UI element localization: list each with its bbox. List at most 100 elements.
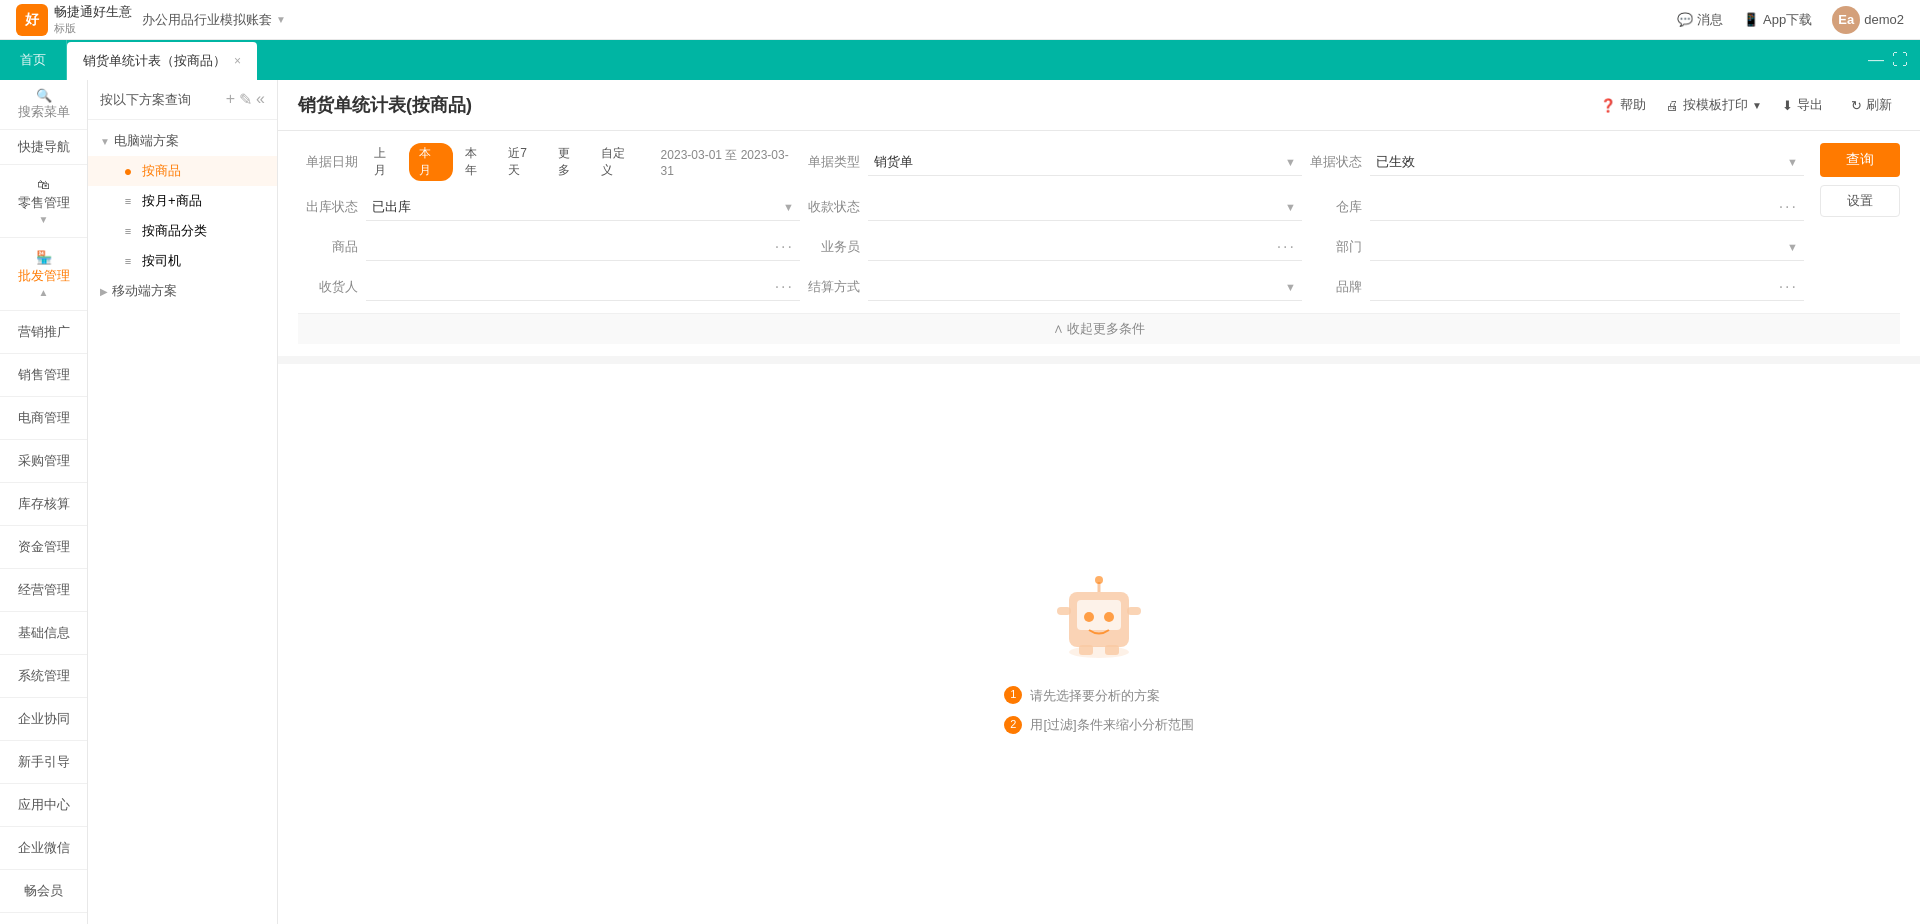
sidebar-item-label-finance: 资金管理 <box>18 538 70 556</box>
filter-control-doc-status[interactable]: 已生效 ▼ <box>1370 148 1804 176</box>
logo-text: 畅捷通好生意 标版 <box>54 4 132 35</box>
filter-label-date: 单据日期 <box>298 153 358 171</box>
filter-item-receipt-status: 收款状态 ▼ <box>800 193 1302 221</box>
sidebar-item-basic[interactable]: 基础信息 <box>0 612 87 655</box>
tree-child-by-month-product[interactable]: ≡ 按月+商品 <box>88 186 277 216</box>
sidebar-item-marketing[interactable]: 营销推广 <box>0 311 87 354</box>
svg-rect-2 <box>1077 600 1121 630</box>
app-download-label: App下载 <box>1763 11 1812 29</box>
filter-control-out-status[interactable]: 已出库 ▼ <box>366 193 800 221</box>
sidebar-item-wechat[interactable]: 企业微信 <box>0 827 87 870</box>
sidebar-item-label-appstore: 应用中心 <box>18 796 70 814</box>
settings-button[interactable]: 设置 <box>1820 185 1900 217</box>
filter-control-brand[interactable]: ··· <box>1370 273 1804 301</box>
tree-root-arrow-icon: ▼ <box>100 136 110 147</box>
date-tab-last-month[interactable]: 上月 <box>366 143 405 181</box>
collapse-bar-label: ∧ 收起更多条件 <box>1053 321 1146 336</box>
filter-control-doc-type[interactable]: 销货单 ▼ <box>868 148 1302 176</box>
sidebar-item-cooperation[interactable]: 企业协同 <box>0 698 87 741</box>
app-download-button[interactable]: 📱 App下载 <box>1743 11 1812 29</box>
sidebar-item-label-marketing: 营销推广 <box>18 323 70 341</box>
refresh-button[interactable]: ↻ 刷新 <box>1843 92 1900 118</box>
page-header-top: 销货单统计表(按商品) ❓ 帮助 🖨 按模板打印 ▼ ⬇ 导出 <box>298 92 1900 118</box>
page-title: 销货单统计表(按商品) <box>298 93 472 117</box>
sidebar-item-appstore[interactable]: 应用中心 <box>0 784 87 827</box>
left-panel-header: 按以下方案查询 + ✎ « <box>88 80 277 120</box>
tree-root-pc[interactable]: ▼ 电脑端方案 <box>88 126 277 156</box>
filter-control-payment-method[interactable]: ▼ <box>868 273 1302 301</box>
collapse-panel-icon[interactable]: « <box>256 90 265 109</box>
user-name: demo2 <box>1864 12 1904 27</box>
sidebar-item-operations[interactable]: 经营管理 <box>0 569 87 612</box>
filter-control-product[interactable]: ··· <box>366 233 800 261</box>
tab-close-icon[interactable]: × <box>234 54 241 68</box>
user-area[interactable]: Ea demo2 <box>1832 6 1904 34</box>
warehouse-dots-icon: ··· <box>1779 198 1798 216</box>
tab-home[interactable]: 首页 <box>0 40 67 80</box>
sidebar-item-retail[interactable]: 🛍 零售管理 ▼ <box>0 165 87 238</box>
filter-control-warehouse[interactable]: ··· <box>1370 193 1804 221</box>
filter-control-recipient[interactable]: ··· <box>366 273 800 301</box>
minimize-icon[interactable]: — <box>1868 51 1884 69</box>
tab-active[interactable]: 销货单统计表（按商品） × <box>67 42 257 80</box>
scheme-tree: ▼ 电脑端方案 ● 按商品 ≡ 按月+商品 ≡ 按商品分类 ≡ 按司机 ▶ 移动… <box>88 120 277 312</box>
sidebar-item-system[interactable]: 系统管理 <box>0 655 87 698</box>
filter-item-department: 部门 ▼ <box>1302 233 1804 261</box>
logo-sub-text: 标版 <box>54 21 132 35</box>
template-print-button[interactable]: 🖨 按模板打印 ▼ <box>1666 96 1762 114</box>
tree-child-by-cashier[interactable]: ≡ 按司机 <box>88 246 277 276</box>
tree-root-mobile-arrow-icon: ▶ <box>100 286 108 297</box>
avatar: Ea <box>1832 6 1860 34</box>
logo-symbol: 好 <box>25 11 39 29</box>
sidebar-item-sales[interactable]: 销售管理 <box>0 354 87 397</box>
filter-control-salesperson[interactable]: ··· <box>868 233 1302 261</box>
sidebar-item-ecommerce[interactable]: 电商管理 <box>0 397 87 440</box>
date-tab-custom[interactable]: 自定义 <box>593 143 644 181</box>
add-scheme-icon[interactable]: + <box>226 90 235 109</box>
sidebar-nav-shortcut[interactable]: 快捷导航 <box>0 130 87 165</box>
date-tab-this-year[interactable]: 本年 <box>457 143 496 181</box>
sidebar-item-purchase[interactable]: 采购管理 <box>0 440 87 483</box>
filter-item-brand: 品牌 ··· <box>1302 273 1804 301</box>
page-header: 销货单统计表(按商品) ❓ 帮助 🖨 按模板打印 ▼ ⬇ 导出 <box>278 80 1920 131</box>
sidebar-item-label-sales: 销售管理 <box>18 366 70 384</box>
by-product-icon: ● <box>120 163 136 179</box>
date-tab-7days[interactable]: 近7天 <box>500 143 546 181</box>
sidebar-item-wholesale[interactable]: 🏪 批发管理 ▲ <box>0 238 87 311</box>
filter-item-payment-method: 结算方式 ▼ <box>800 273 1302 301</box>
sidebar-item-inventory[interactable]: 库存核算 <box>0 483 87 526</box>
filter-control-receipt-status[interactable]: ▼ <box>868 193 1302 221</box>
content-area: 销货单统计表(按商品) ❓ 帮助 🖨 按模板打印 ▼ ⬇ 导出 <box>278 80 1920 924</box>
export-button[interactable]: ⬇ 导出 <box>1774 92 1831 118</box>
sidebar-search[interactable]: 🔍 搜索菜单 <box>0 80 87 130</box>
workspace-selector[interactable]: 办公用品行业模拟账套 ▼ <box>142 11 286 29</box>
tree-child-by-product-label: 按商品 <box>142 162 181 180</box>
date-tab-more[interactable]: 更多 <box>550 143 589 181</box>
tree-child-by-category[interactable]: ≡ 按商品分类 <box>88 216 277 246</box>
date-tab-this-month[interactable]: 本月 <box>409 143 452 181</box>
action-column: 查询 设置 <box>1804 143 1900 217</box>
svg-rect-10 <box>1105 645 1119 655</box>
filter-control-department[interactable]: ▼ <box>1370 233 1804 261</box>
sidebar-item-label-system: 系统管理 <box>18 667 70 685</box>
sidebar-item-guide[interactable]: 新手引导 <box>0 741 87 784</box>
query-button[interactable]: 查询 <box>1820 143 1900 177</box>
filter-area: 单据日期 上月 本月 本年 近7天 更多 自定义 20 <box>278 131 1920 356</box>
help-button[interactable]: ❓ 帮助 <box>1592 92 1654 118</box>
maximize-icon[interactable]: ⛶ <box>1892 51 1908 69</box>
filter-label-out-status: 出库状态 <box>298 198 358 216</box>
logo-main-text: 畅捷通好生意 <box>54 4 132 21</box>
sidebar-item-label-wholesale: 批发管理 <box>18 267 70 285</box>
filter-item-date: 单据日期 上月 本月 本年 近7天 更多 自定义 20 <box>298 143 800 181</box>
message-button[interactable]: 💬 消息 <box>1677 11 1723 29</box>
sidebar-item-finance[interactable]: 资金管理 <box>0 526 87 569</box>
svg-rect-8 <box>1127 607 1141 615</box>
collapse-bar[interactable]: ∧ 收起更多条件 <box>298 313 1900 344</box>
workspace-chevron-icon: ▼ <box>276 14 286 25</box>
tree-child-by-cashier-label: 按司机 <box>142 252 181 270</box>
recipient-dots-icon: ··· <box>775 278 794 296</box>
tree-child-by-product[interactable]: ● 按商品 <box>88 156 277 186</box>
edit-scheme-icon[interactable]: ✎ <box>239 90 252 109</box>
sidebar-item-member[interactable]: 畅会员 <box>0 870 87 913</box>
tree-root-mobile[interactable]: ▶ 移动端方案 <box>88 276 277 306</box>
